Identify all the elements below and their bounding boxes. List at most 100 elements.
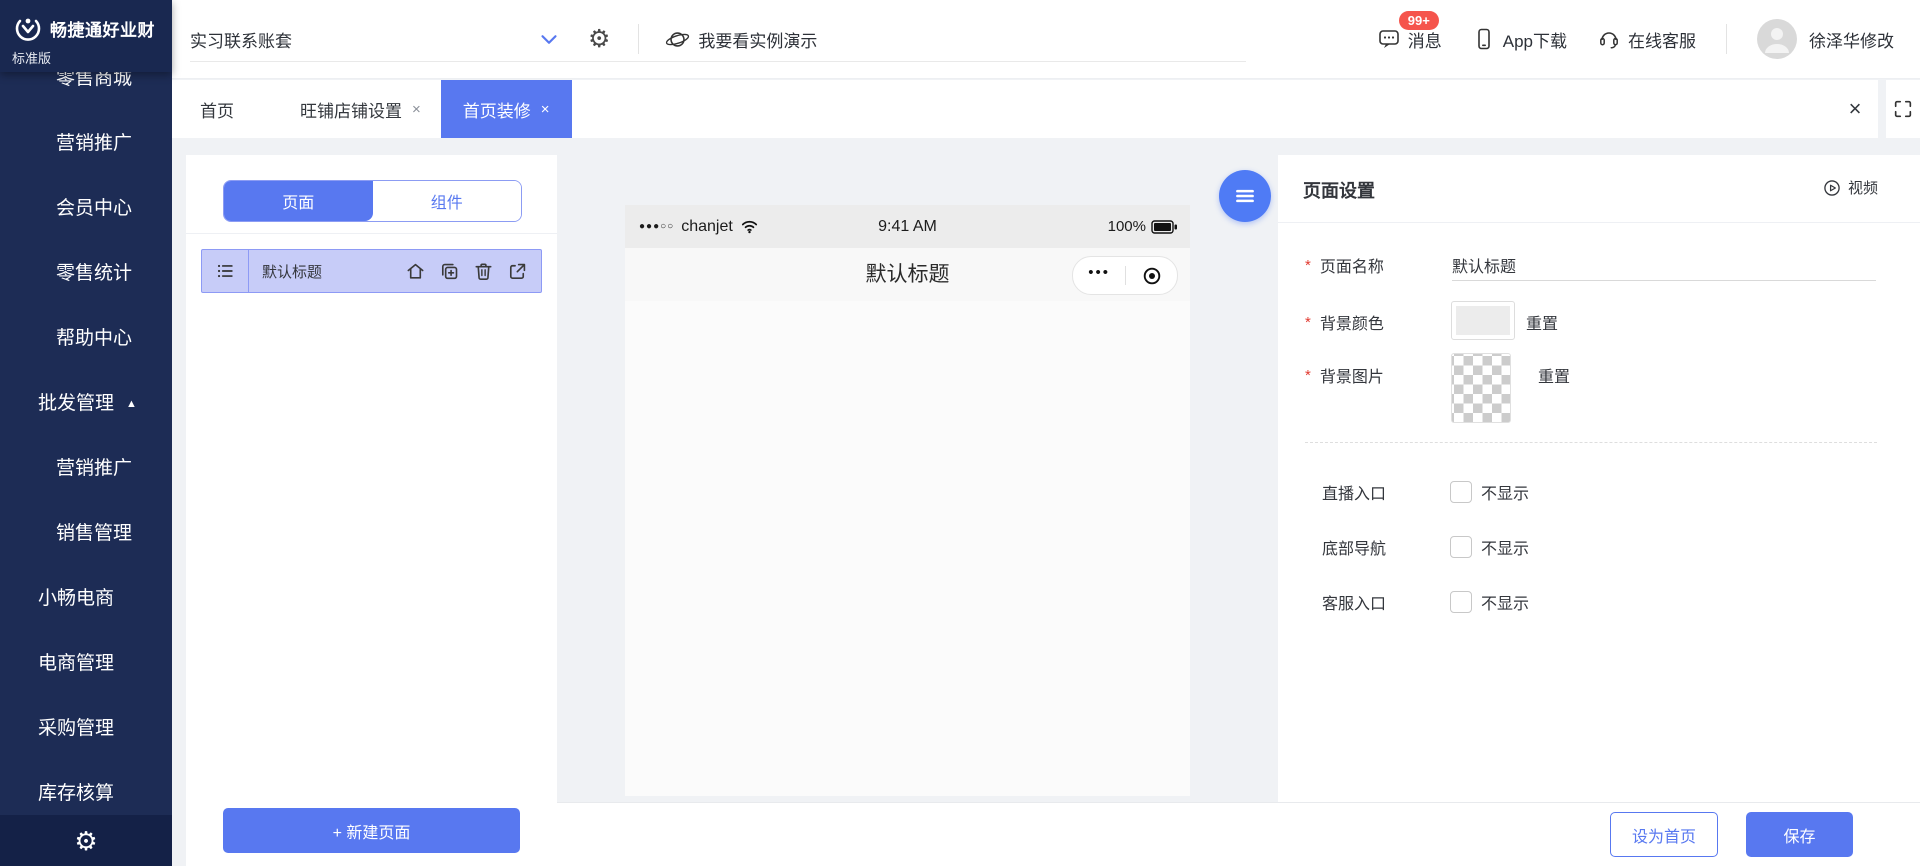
tab-home[interactable]: 首页 [190,80,244,138]
account-set-dropdown[interactable]: 实习联系账套 [190,26,562,52]
gear-icon[interactable]: ⚙ [588,26,610,52]
bg-color-label: 背景颜色 [1319,316,1384,333]
gear-icon: ⚙ [74,825,98,856]
panel-title: 页面设置 [1303,181,1375,201]
collapse-arrow-icon: ▲ [126,398,137,410]
sidebar-item-marketing[interactable]: 营销推广 [0,111,172,176]
panel-menu-button[interactable] [1219,170,1271,222]
message-bubble-icon [1377,27,1401,51]
input-underline [1452,280,1876,281]
service-entry-label: 客服入口 [1322,596,1387,613]
duplicate-page-icon[interactable] [438,260,461,283]
sidebar-item-wholesale[interactable]: 批发管理 ▲ [0,371,172,436]
sidebar-item-sales-mgmt[interactable]: 销售管理 [0,501,172,566]
dashed-divider [1305,442,1877,443]
video-help-button[interactable]: 视频 [1822,177,1878,198]
service-entry-checkbox[interactable] [1450,591,1472,613]
page-name-label: 页面名称 [1319,259,1384,276]
close-tab-icon[interactable]: × [412,101,421,118]
avatar [1757,19,1797,59]
sidebar: 零售商城 营销推广 会员中心 零售统计 帮助中心 批发管理 ▲ 营销推广 销售管理… [0,0,172,866]
live-entry-label: 直播入口 [1322,486,1387,503]
sidebar-settings-button[interactable]: ⚙ [0,815,172,866]
sidebar-item-help-center[interactable]: 帮助中心 [0,306,172,371]
sidebar-item-ecom-mgmt[interactable]: 电商管理 [0,631,172,696]
online-support-button[interactable]: 在线客服 [1597,27,1696,52]
logo: 畅捷通好业财 标准版 [0,0,172,72]
bottom-nav-checkbox[interactable] [1450,536,1472,558]
demo-link-label: 我要看实例演示 [698,31,818,51]
tab-components[interactable]: 组件 [372,181,521,221]
user-name: 徐泽华修改 [1809,31,1894,51]
sidebar-item-xiaochang-ecom[interactable]: 小畅电商 [0,566,172,631]
sidebar-item-wholesale-marketing[interactable]: 营销推广 [0,436,172,501]
demo-link[interactable]: 我要看实例演示 [665,27,817,52]
new-page-button[interactable]: + 新建页面 [223,808,520,853]
video-label: 视频 [1847,180,1878,197]
phone-canvas[interactable] [625,301,1190,796]
messages-label: 消息 [1407,31,1442,51]
delete-page-icon[interactable] [472,260,495,283]
tab-home-decorate[interactable]: 首页装修 × [440,80,572,138]
page-row-actions [404,260,529,283]
logo-edition: 标准版 [12,51,52,66]
hamburger-icon [1232,183,1258,209]
page-list-item[interactable]: 默认标题 [201,249,542,293]
page-name-input[interactable]: 默认标题 [1452,253,1516,277]
fullscreen-icon [1892,98,1914,120]
logo-title: 畅捷通好业财 [50,20,155,40]
save-button[interactable]: 保存 [1746,812,1853,857]
app-download-button[interactable]: App下载 [1472,27,1567,52]
bg-image-label: 背景图片 [1319,369,1384,386]
app-download-label: App下载 [1502,31,1567,51]
phone-preview: 9:41 AM ●●●○○ chanjet 100% 默认标题 ••• [625,205,1190,796]
sidebar-item-purchase-mgmt[interactable]: 采购管理 [0,696,172,761]
planet-icon [665,27,690,52]
sidebar-menu: 零售商城 营销推广 会员中心 零售统计 帮助中心 批发管理 ▲ 营销推广 销售管理… [0,46,172,826]
home-icon[interactable] [404,260,427,283]
user-menu[interactable]: 徐泽华修改 [1757,19,1894,59]
required-mark: * [1305,366,1311,384]
bg-image-reset-button[interactable]: 重置 [1538,363,1570,387]
headset-icon [1597,27,1621,51]
sidebar-item-retail-stats[interactable]: 零售统计 [0,241,172,306]
service-entry-option: 不显示 [1481,596,1530,613]
bg-image-swatch[interactable] [1451,353,1511,423]
messages-button[interactable]: 99+ 消息 [1377,10,1442,52]
topbar-divider [1726,24,1727,54]
action-bar: 设为首页 保存 [557,802,1920,866]
tab-shop-settings[interactable]: 旺铺店铺设置 × [290,80,431,138]
live-entry-checkbox[interactable] [1450,481,1472,503]
play-circle-icon [1822,178,1842,198]
pages-panel: 页面 组件 默认标题 + 新建页面 [186,155,557,866]
chevron-down-icon [536,26,562,52]
account-underline [190,61,1246,62]
required-mark: * [1305,256,1311,274]
divider [186,233,557,234]
account-set-name: 实习联系账套 [190,31,292,51]
topbar: 实习联系账套 ⚙ 我要看实例演示 99+ 消息 App下载 在线客服 徐泽华修改 [172,0,1920,79]
close-tab-icon[interactable]: × [541,101,550,118]
logo-icon [12,12,44,44]
share-page-icon[interactable] [506,260,529,283]
topbar-divider [638,24,640,54]
live-entry-option: 不显示 [1481,486,1530,503]
set-as-home-button[interactable]: 设为首页 [1610,812,1718,857]
drag-list-icon[interactable] [202,250,249,292]
bottom-nav-label: 底部导航 [1322,541,1387,558]
tab-pages[interactable]: 页面 [224,181,373,221]
sidebar-item-member-center[interactable]: 会员中心 [0,176,172,241]
messages-badge: 99+ [1398,10,1439,30]
bg-color-swatch[interactable] [1451,301,1515,340]
phone-status-bar: 9:41 AM ●●●○○ chanjet 100% [625,205,1190,248]
close-icon: × [1848,96,1862,121]
phone-time: 9:41 AM [878,217,937,235]
page-settings-panel: 页面设置 视频 * 页面名称 默认标题 * 背景颜色 重置 * 背景图片 重置 … [1278,155,1920,802]
bg-color-reset-button[interactable]: 重置 [1526,310,1558,334]
online-support-label: 在线客服 [1628,31,1696,51]
fullscreen-button[interactable] [1886,80,1920,138]
required-mark: * [1305,313,1311,331]
close-all-button[interactable]: × [1832,80,1878,138]
topbar-right: 99+ 消息 App下载 在线客服 徐泽华修改 [1377,10,1920,59]
screen: 零售商城 营销推广 会员中心 零售统计 帮助中心 批发管理 ▲ 营销推广 销售管理… [0,0,1920,866]
